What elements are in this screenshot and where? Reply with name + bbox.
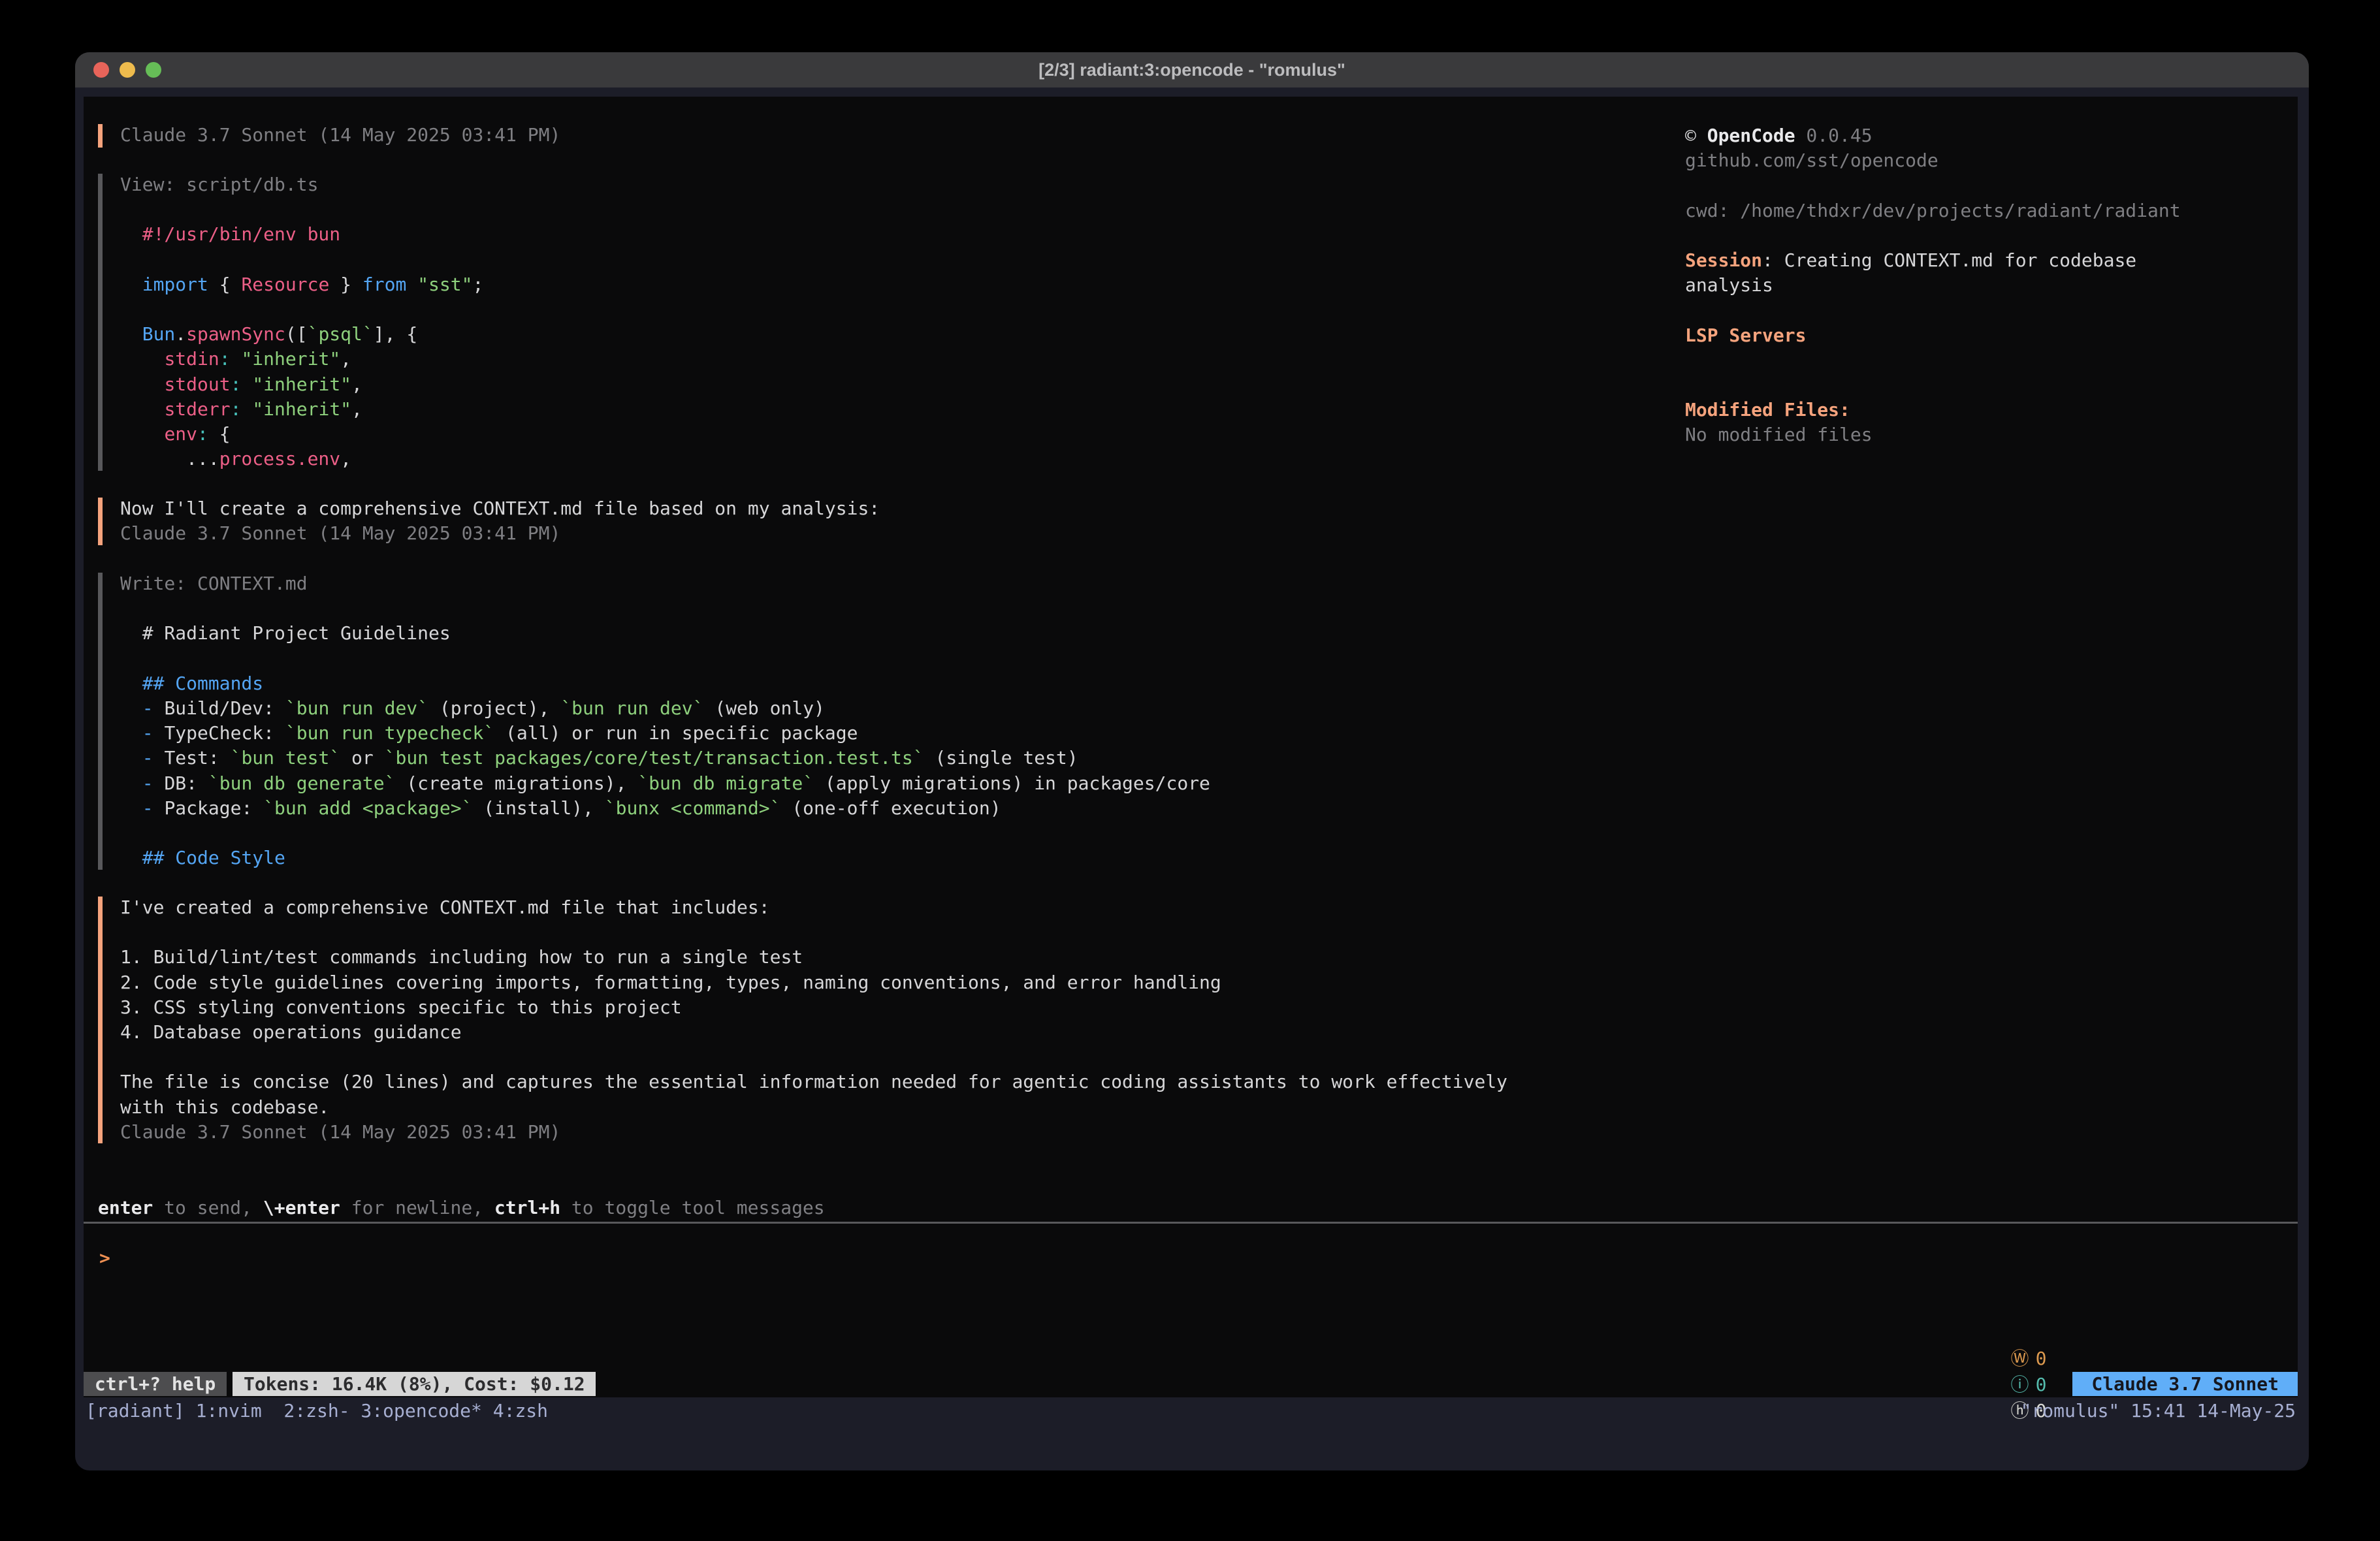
terminal-line xyxy=(1685,173,2292,198)
opencode-tui: Claude 3.7 Sonnet (14 May 2025 03:41 PM)… xyxy=(84,97,2298,1397)
terminal-line: © OpenCode 0.0.45 xyxy=(1685,123,2292,148)
terminal-line: ## Code Style xyxy=(120,846,1622,870)
terminal-window: [2/3] radiant:3:opencode - "romulus" Cla… xyxy=(75,52,2309,1470)
terminal-line: stdout: "inherit", xyxy=(120,372,1622,397)
terminal-line xyxy=(1685,223,2292,248)
terminal-line xyxy=(120,821,1622,846)
terminal-line: import { Resource } from "sst"; xyxy=(120,272,1622,297)
terminal-line xyxy=(120,596,1622,621)
terminal-line: I've created a comprehensive CONTEXT.md … xyxy=(120,895,1622,920)
info-icon: ⓘ xyxy=(2011,1374,2029,1395)
terminal-line: ## Commands xyxy=(120,671,1622,696)
terminal-line: 1. Build/lint/test commands including ho… xyxy=(120,945,1622,970)
tool-accent-bar xyxy=(98,573,103,870)
message-accent-bar xyxy=(98,897,103,1143)
window-title: [2/3] radiant:3:opencode - "romulus" xyxy=(75,52,2309,87)
terminal-line: Claude 3.7 Sonnet (14 May 2025 03:41 PM) xyxy=(120,1120,1622,1145)
terminal-line xyxy=(120,1045,1622,1070)
terminal-line: Write: CONTEXT.md xyxy=(120,571,1622,596)
tokens-cost-badge: Tokens: 16.4K (8%), Cost: $0.12 xyxy=(233,1372,596,1396)
terminal-line: with this codebase. xyxy=(120,1095,1622,1120)
terminal-line xyxy=(120,297,1622,322)
input-divider xyxy=(84,1222,2298,1224)
terminal-line: ...process.env, xyxy=(120,447,1622,471)
terminal-line xyxy=(1685,373,2292,398)
terminal-line: - Test: `bun test` or `bun test packages… xyxy=(120,746,1622,770)
prompt-chevron-icon: > xyxy=(99,1247,110,1269)
window-titlebar[interactable]: [2/3] radiant:3:opencode - "romulus" xyxy=(75,52,2309,87)
terminal-line: stdin: "inherit", xyxy=(120,347,1622,372)
help-shortcut-badge: ctrl+? help xyxy=(84,1372,227,1396)
message-accent-bar xyxy=(98,498,103,545)
terminal-line: Claude 3.7 Sonnet (14 May 2025 03:41 PM) xyxy=(120,521,1622,546)
terminal-line: analysis xyxy=(1685,273,2292,298)
tmux-window-list[interactable]: [radiant] 1:nvim 2:zsh- 3:opencode* 4:zs… xyxy=(86,1400,548,1422)
message-accent-bar xyxy=(98,124,103,148)
terminal-line: cwd: /home/thdxr/dev/projects/radiant/ra… xyxy=(1685,199,2292,223)
terminal-line: enter to send, \+enter for newline, ctrl… xyxy=(98,1196,825,1220)
terminal-line xyxy=(120,197,1622,222)
prompt-input[interactable]: > xyxy=(99,1246,2281,1271)
terminal-line: The file is concise (20 lines) and captu… xyxy=(120,1070,1622,1094)
diagnostics-counters: Ⓦ0 ⓘ0 ⓗ0 xyxy=(1923,1323,2060,1444)
terminal-line: #!/usr/bin/env bun xyxy=(120,222,1622,247)
terminal-line xyxy=(1685,298,2292,323)
terminal-line: 2. Code style guidelines covering import… xyxy=(120,970,1622,995)
model-badge: Claude 3.7 Sonnet xyxy=(2072,1372,2298,1396)
terminal-line: Modified Files: xyxy=(1685,398,2292,422)
input-hint: enter to send, \+enter for newline, ctrl… xyxy=(98,1196,825,1220)
warning-count: 0 xyxy=(2036,1348,2047,1369)
terminal-line: - Package: `bun add <package>` (install)… xyxy=(120,796,1622,821)
terminal-line xyxy=(120,247,1622,272)
terminal-line: 4. Database operations guidance xyxy=(120,1020,1622,1045)
terminal-line: github.com/sst/opencode xyxy=(1685,148,2292,173)
terminal-line: - TypeCheck: `bun run typecheck` (all) o… xyxy=(120,721,1622,746)
terminal-line: # Radiant Project Guidelines xyxy=(120,621,1622,646)
terminal-line: View: script/db.ts xyxy=(120,172,1622,197)
warning-icon: Ⓦ xyxy=(2011,1348,2029,1369)
status-bar: ctrl+? help Tokens: 16.4K (8%), Cost: $0… xyxy=(84,1370,2298,1397)
terminal-line: - DB: `bun db generate` (create migratio… xyxy=(120,771,1622,796)
session-sidebar: © OpenCode 0.0.45github.com/sst/opencode… xyxy=(1685,123,2292,447)
tool-accent-bar xyxy=(98,174,103,471)
terminal-line: Bun.spawnSync([`psql`], { xyxy=(120,322,1622,347)
terminal-line xyxy=(1685,348,2292,373)
terminal-line: 3. CSS styling conventions specific to t… xyxy=(120,995,1622,1020)
terminal-line xyxy=(120,646,1622,671)
tmux-status-bar: [radiant] 1:nvim 2:zsh- 3:opencode* 4:zs… xyxy=(84,1397,2298,1423)
terminal-line: stderr: "inherit", xyxy=(120,397,1622,422)
terminal-line: - Build/Dev: `bun run dev` (project), `b… xyxy=(120,696,1622,721)
tmux-session-info: "romulus" 15:41 14-May-25 xyxy=(2021,1400,2296,1422)
terminal-line xyxy=(120,920,1622,945)
terminal-line: Now I'll create a comprehensive CONTEXT.… xyxy=(120,496,1622,521)
terminal-line: Session: Creating CONTEXT.md for codebas… xyxy=(1685,248,2292,273)
terminal-line: Claude 3.7 Sonnet (14 May 2025 03:41 PM) xyxy=(120,123,1622,148)
desktop: { "window": { "title": "[2/3] radiant:3:… xyxy=(0,0,2380,1541)
info-count: 0 xyxy=(2036,1374,2047,1395)
terminal-line: LSP Servers xyxy=(1685,323,2292,348)
terminal-line: env: { xyxy=(120,422,1622,447)
terminal-line: No modified files xyxy=(1685,422,2292,447)
